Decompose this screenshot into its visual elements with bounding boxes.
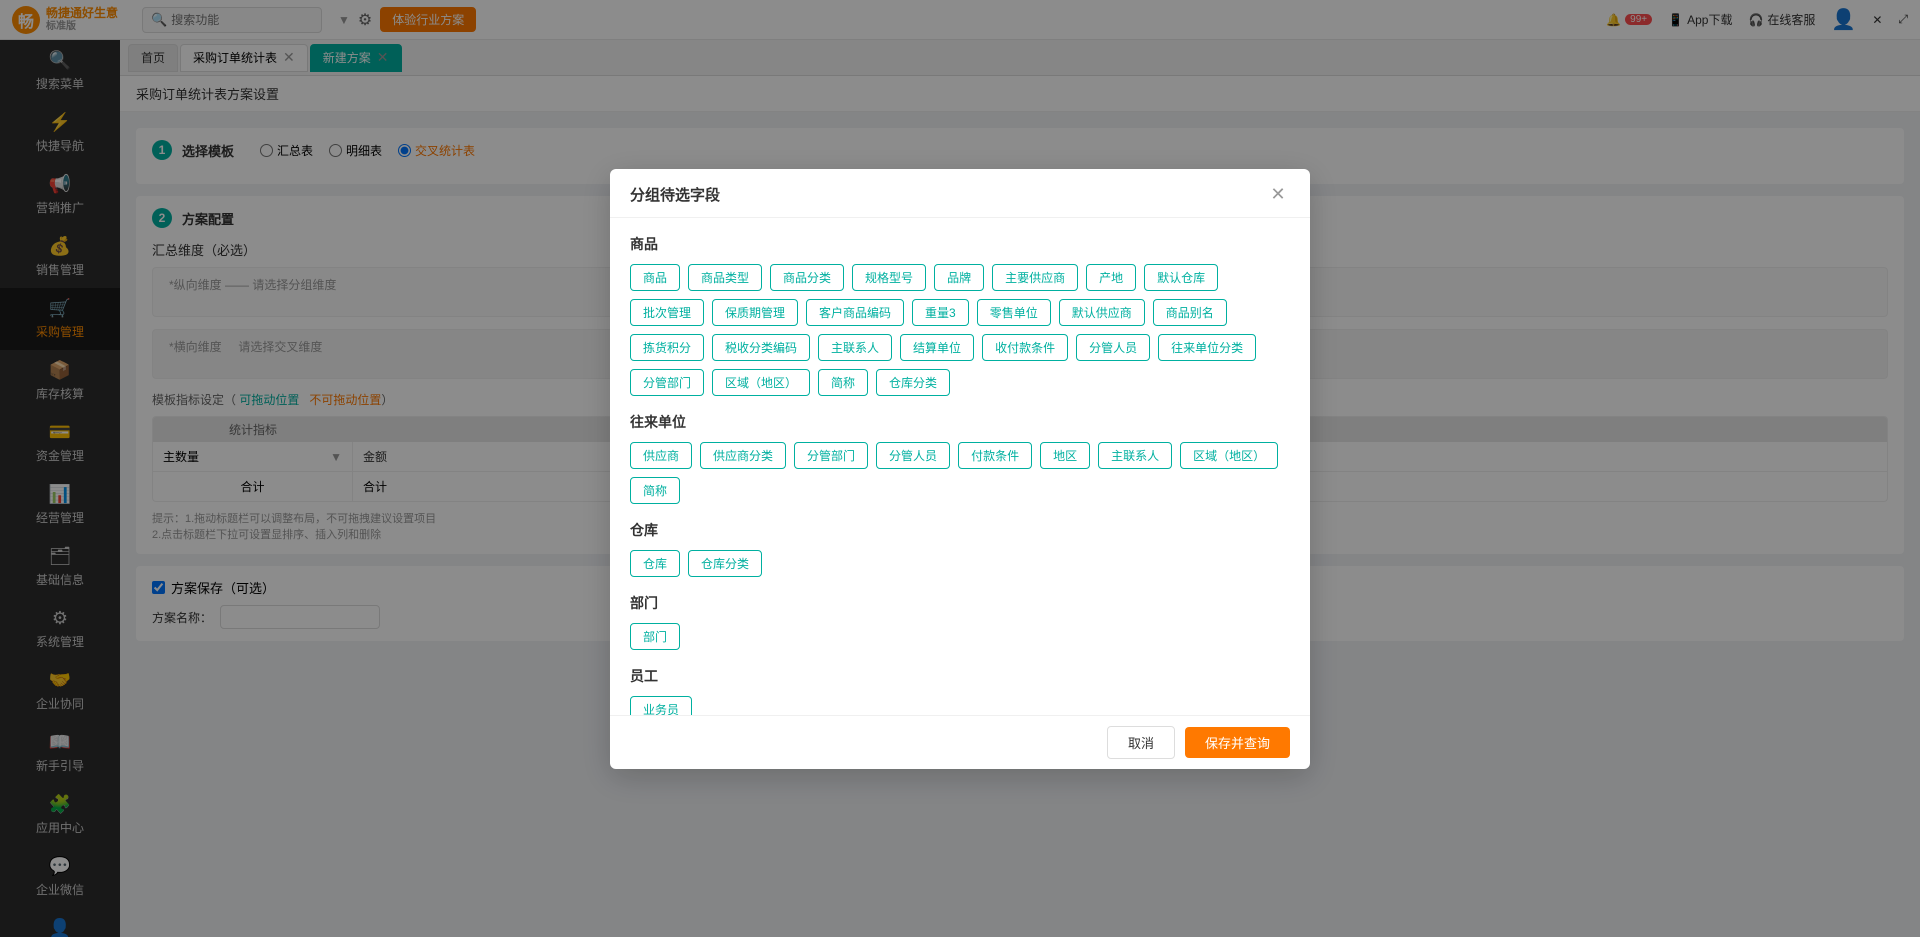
field-tag[interactable]: 产地 <box>1086 264 1136 291</box>
section-employee-title: 员工 <box>630 666 1290 686</box>
field-tag[interactable]: 主联系人 <box>1098 442 1172 469</box>
field-tag[interactable]: 收付款条件 <box>982 334 1068 361</box>
section-product: 商品 商品 商品类型 商品分类 规格型号 品牌 主要供应商 产地 默认仓库 批次… <box>630 234 1290 396</box>
section-department-title: 部门 <box>630 593 1290 613</box>
field-tag[interactable]: 结算单位 <box>900 334 974 361</box>
field-tag[interactable]: 批次管理 <box>630 299 704 326</box>
partner-field-grid: 供应商 供应商分类 分管部门 分管人员 付款条件 地区 主联系人 区域（地区） … <box>630 442 1290 504</box>
field-tag[interactable]: 区域（地区） <box>712 369 810 396</box>
field-tag[interactable]: 业务员 <box>630 696 692 715</box>
field-tag[interactable]: 分管部门 <box>794 442 868 469</box>
field-tag[interactable]: 主要供应商 <box>992 264 1078 291</box>
field-tag[interactable]: 部门 <box>630 623 680 650</box>
field-tag[interactable]: 简称 <box>818 369 868 396</box>
field-tag[interactable]: 重量3 <box>912 299 969 326</box>
department-field-grid: 部门 <box>630 623 1290 650</box>
field-tag[interactable]: 客户商品编码 <box>806 299 904 326</box>
section-product-title: 商品 <box>630 234 1290 254</box>
field-tag[interactable]: 往来单位分类 <box>1158 334 1256 361</box>
field-select-modal: 分组待选字段 ✕ 商品 商品 商品类型 商品分类 规格型号 品牌 主要供应商 产… <box>610 169 1310 769</box>
field-tag[interactable]: 税收分类编码 <box>712 334 810 361</box>
field-tag[interactable]: 默认仓库 <box>1144 264 1218 291</box>
field-tag[interactable]: 简称 <box>630 477 680 504</box>
field-tag[interactable]: 分管人员 <box>876 442 950 469</box>
field-tag[interactable]: 规格型号 <box>852 264 926 291</box>
field-tag[interactable]: 供应商分类 <box>700 442 786 469</box>
cancel-btn[interactable]: 取消 <box>1107 726 1175 759</box>
field-tag[interactable]: 区域（地区） <box>1180 442 1278 469</box>
modal-close-btn[interactable]: ✕ <box>1266 183 1290 207</box>
section-warehouse: 仓库 仓库 仓库分类 <box>630 520 1290 577</box>
warehouse-field-grid: 仓库 仓库分类 <box>630 550 1290 577</box>
employee-field-grid: 业务员 <box>630 696 1290 715</box>
section-warehouse-title: 仓库 <box>630 520 1290 540</box>
field-tag[interactable]: 商品别名 <box>1153 299 1227 326</box>
section-partner-title: 往来单位 <box>630 412 1290 432</box>
field-tag[interactable]: 主联系人 <box>818 334 892 361</box>
product-field-grid: 商品 商品类型 商品分类 规格型号 品牌 主要供应商 产地 默认仓库 批次管理 … <box>630 264 1290 396</box>
field-tag[interactable]: 供应商 <box>630 442 692 469</box>
section-employee: 员工 业务员 <box>630 666 1290 715</box>
field-tag[interactable]: 保质期管理 <box>712 299 798 326</box>
modal-title: 分组待选字段 <box>630 184 720 205</box>
field-tag[interactable]: 品牌 <box>934 264 984 291</box>
field-tag[interactable]: 分管人员 <box>1076 334 1150 361</box>
field-tag[interactable]: 付款条件 <box>958 442 1032 469</box>
field-tag[interactable]: 仓库分类 <box>876 369 950 396</box>
modal-overlay: 分组待选字段 ✕ 商品 商品 商品类型 商品分类 规格型号 品牌 主要供应商 产… <box>0 0 1920 937</box>
modal-header: 分组待选字段 ✕ <box>610 169 1310 218</box>
field-tag[interactable]: 仓库分类 <box>688 550 762 577</box>
modal-body[interactable]: 商品 商品 商品类型 商品分类 规格型号 品牌 主要供应商 产地 默认仓库 批次… <box>610 218 1310 715</box>
field-tag[interactable]: 仓库 <box>630 550 680 577</box>
field-tag[interactable]: 零售单位 <box>977 299 1051 326</box>
modal-footer: 取消 保存并查询 <box>610 715 1310 769</box>
save-btn[interactable]: 保存并查询 <box>1185 727 1290 758</box>
section-department: 部门 部门 <box>630 593 1290 650</box>
field-tag[interactable]: 地区 <box>1040 442 1090 469</box>
field-tag[interactable]: 商品 <box>630 264 680 291</box>
field-tag[interactable]: 拣货积分 <box>630 334 704 361</box>
field-tag[interactable]: 商品分类 <box>770 264 844 291</box>
field-tag[interactable]: 分管部门 <box>630 369 704 396</box>
field-tag[interactable]: 默认供应商 <box>1059 299 1145 326</box>
field-tag[interactable]: 商品类型 <box>688 264 762 291</box>
section-partner: 往来单位 供应商 供应商分类 分管部门 分管人员 付款条件 地区 主联系人 区域… <box>630 412 1290 504</box>
